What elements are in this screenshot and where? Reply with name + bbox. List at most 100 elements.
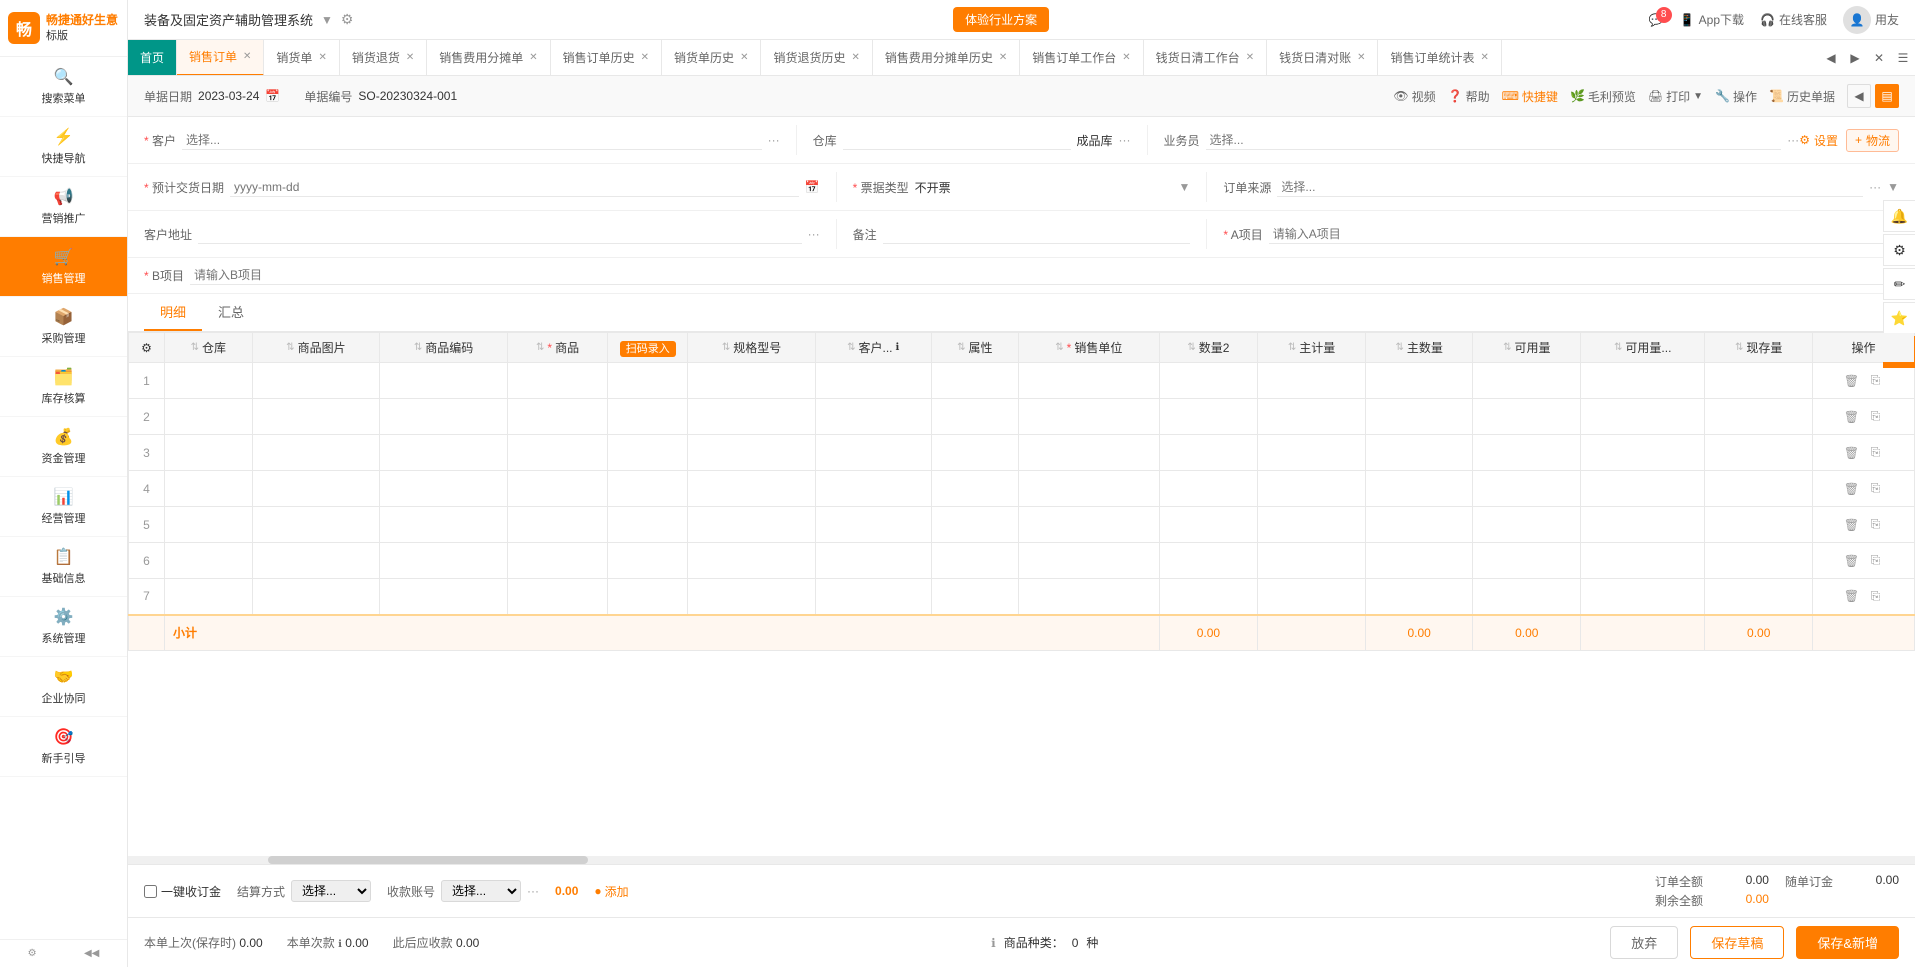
cell-sales-unit-1[interactable] [1019, 363, 1159, 399]
sidebar-item-guide[interactable]: 🎯 新手引导 [0, 717, 127, 777]
collapse-btn[interactable]: ◀◀ [84, 948, 99, 959]
cell-stock-1[interactable] [1705, 363, 1813, 399]
view-grid-btn[interactable]: ▤ [1875, 84, 1899, 108]
warehouse-dots[interactable]: ··· [1119, 133, 1131, 147]
tab-sales-refund[interactable]: 销货退货 ✕ [340, 40, 427, 76]
preview-action[interactable]: 👁 视频 [1393, 88, 1435, 105]
online-service-btn[interactable]: 🎧 在线客服 [1760, 11, 1827, 28]
settings-btn[interactable]: ⚙ 设置 [1799, 132, 1838, 149]
cell-product-2[interactable] [507, 399, 607, 435]
row-delete-4[interactable]: 🗑 [1842, 479, 1862, 499]
row-delete-5[interactable]: 🗑 [1842, 515, 1862, 535]
cell-warehouse-1[interactable] [165, 363, 253, 399]
sidebar-item-purchase[interactable]: 📦 采购管理 [0, 297, 127, 357]
sidebar-item-basic-info[interactable]: 📋 基础信息 [0, 537, 127, 597]
cell-available-2[interactable] [1473, 399, 1581, 435]
cell-warehouse-3[interactable] [165, 435, 253, 471]
print-dropdown-icon[interactable]: ▼ [1693, 91, 1703, 102]
tab-close-summary[interactable]: ✕ [1481, 52, 1489, 63]
row-copy-7[interactable]: ⎘ [1866, 586, 1886, 606]
scan-btn[interactable]: 扫码录入 [620, 341, 676, 357]
sidebar-item-system[interactable]: ⚙️ 系统管理 [0, 597, 127, 657]
row-copy-2[interactable]: ⎘ [1866, 407, 1886, 427]
add-btn[interactable]: ● 添加 [594, 883, 628, 900]
invoice-dropdown-icon[interactable]: ▼ [1179, 180, 1191, 194]
user-area[interactable]: 👤 用友 [1843, 6, 1899, 34]
tab-sales-order-history[interactable]: 销售订单历史 ✕ [551, 40, 662, 76]
dropdown-arrow-icon[interactable]: ▼ [321, 13, 333, 27]
tab-receivable-workbench[interactable]: 钱货日清工作台 ✕ [1144, 40, 1267, 76]
tab-prev-btn[interactable]: ◀ [1819, 40, 1843, 76]
help-action[interactable]: ❓ 帮助 [1448, 88, 1490, 105]
tab-expense-history[interactable]: 销售费用分摊单历史 ✕ [873, 40, 1020, 76]
cell-warehouse-2[interactable] [165, 399, 253, 435]
staff-dots[interactable]: ··· [1787, 133, 1799, 147]
col-settings[interactable]: ⚙ [129, 333, 165, 363]
quick-collect-checkbox[interactable]: 一键收订金 [144, 883, 221, 900]
quick-collect-check[interactable] [144, 885, 157, 898]
cell-available2-2[interactable] [1581, 399, 1705, 435]
row-delete-7[interactable]: 🗑 [1842, 586, 1862, 606]
cell-attribute-2[interactable] [931, 399, 1019, 435]
tab-sales-return[interactable]: 销货单 ✕ [264, 40, 339, 76]
delivery-input[interactable] [230, 178, 799, 197]
tab-close-sales-order[interactable]: ✕ [243, 51, 251, 62]
note-input[interactable] [883, 225, 1191, 244]
customer-dots[interactable]: ··· [768, 133, 780, 147]
tab-close-order-history[interactable]: ✕ [641, 52, 649, 63]
tab-close-reconcile[interactable]: ✕ [1357, 52, 1365, 63]
tab-close-workbench[interactable]: ✕ [1122, 52, 1130, 63]
cell-quantity2-1[interactable] [1159, 363, 1258, 399]
cell-main-unit-2[interactable] [1258, 399, 1366, 435]
settings-bottom-btn[interactable]: ⚙ [28, 948, 37, 959]
settings-icon[interactable]: ⚙ [341, 11, 354, 28]
sidebar-item-marketing[interactable]: 📢 营销推广 [0, 177, 127, 237]
right-float-btn-1[interactable]: 🔔 [1883, 200, 1915, 232]
operations-action[interactable]: 🔧 操作 [1715, 88, 1757, 105]
sidebar-item-search[interactable]: 🔍 搜索菜单 [0, 57, 127, 117]
tab-sales-order[interactable]: 销售订单 ✕ [177, 40, 264, 76]
print-action[interactable]: 🖨 打印 ▼ [1648, 88, 1703, 105]
add-item-btn[interactable]: + 物流 [1846, 129, 1899, 152]
notification-btn[interactable]: 💬 8 [1649, 13, 1664, 27]
delivery-calendar-icon[interactable]: 📅 [805, 180, 820, 194]
tab-sales-expense[interactable]: 销售费用分摊单 ✕ [427, 40, 550, 76]
tab-close-all-btn[interactable]: ✕ [1867, 40, 1891, 76]
col-scan[interactable]: 扫码录入 [608, 333, 688, 363]
row-copy-5[interactable]: ⎘ [1866, 515, 1886, 535]
calendar-icon[interactable]: 📅 [265, 89, 280, 103]
b-project-input[interactable] [190, 266, 1899, 285]
save-draft-btn[interactable]: 保存草稿 [1690, 926, 1784, 959]
row-copy-6[interactable]: ⎘ [1866, 551, 1886, 571]
row-delete-1[interactable]: 🗑 [1842, 371, 1862, 391]
payment-method-select[interactable]: 选择... [291, 880, 371, 902]
right-float-btn-3[interactable]: ✏ [1883, 268, 1915, 300]
cell-main-qty-1[interactable] [1365, 363, 1473, 399]
row-copy-3[interactable]: ⎘ [1866, 443, 1886, 463]
tab-close-sales-history[interactable]: ✕ [740, 52, 748, 63]
cell-product-img-2[interactable] [252, 399, 380, 435]
discard-btn[interactable]: 放弃 [1610, 926, 1678, 959]
cell-main-qty-2[interactable] [1365, 399, 1473, 435]
save-new-btn[interactable]: 保存&新增 [1796, 926, 1899, 959]
row-delete-2[interactable]: 🗑 [1842, 407, 1862, 427]
order-source-input[interactable] [1277, 178, 1863, 197]
a-project-input[interactable] [1269, 225, 1899, 244]
tab-receivable-reconcile[interactable]: 钱货日清对账 ✕ [1267, 40, 1378, 76]
app-download-btn[interactable]: 📱 App下载 [1680, 11, 1744, 28]
address-input[interactable] [198, 225, 802, 244]
cell-product-1[interactable] [507, 363, 607, 399]
tab-close-sales-refund[interactable]: ✕ [406, 52, 414, 63]
staff-input[interactable] [1206, 131, 1782, 150]
row-copy-1[interactable]: ⎘ [1866, 371, 1886, 391]
right-float-btn-4[interactable]: ⭐ [1883, 302, 1915, 334]
customer-input[interactable] [182, 131, 762, 150]
scroll-bar-thumb[interactable] [268, 856, 588, 864]
industry-btn[interactable]: 体验行业方案 [953, 7, 1049, 32]
cell-customer-code-1[interactable] [815, 363, 931, 399]
tab-sales-workbench[interactable]: 销售订单工作台 ✕ [1020, 40, 1143, 76]
collect-dots[interactable]: ··· [527, 884, 539, 898]
cell-attribute-1[interactable] [931, 363, 1019, 399]
tab-refund-history[interactable]: 销货退货历史 ✕ [761, 40, 872, 76]
cell-product-code-1[interactable] [380, 363, 508, 399]
